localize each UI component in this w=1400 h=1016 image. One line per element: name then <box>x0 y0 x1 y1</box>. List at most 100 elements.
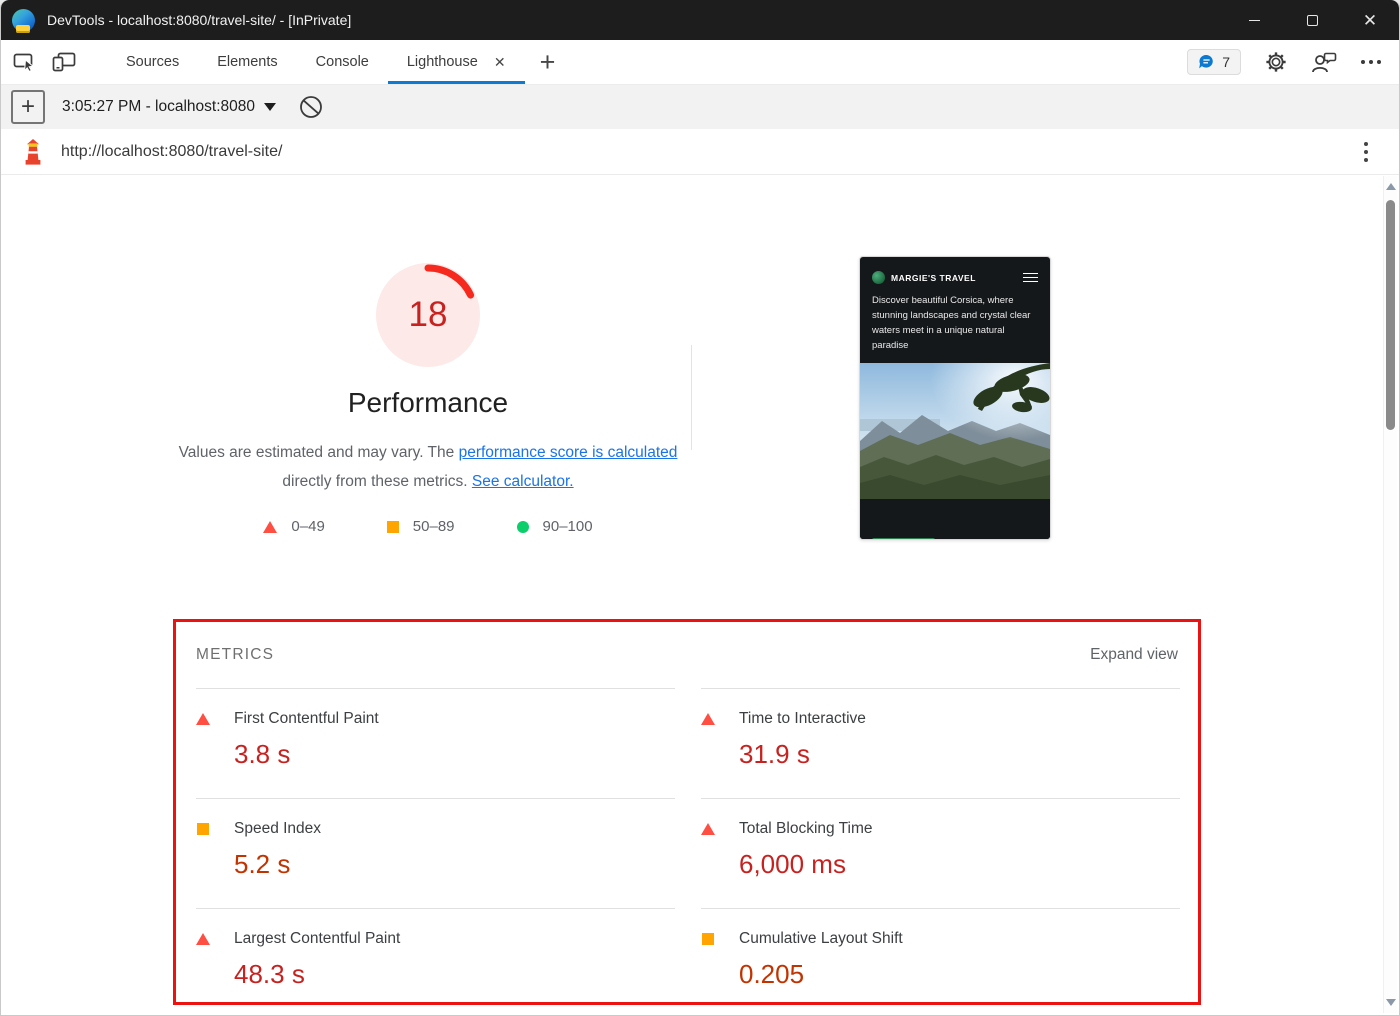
tab-close-icon[interactable]: ✕ <box>494 54 506 71</box>
maximize-button[interactable] <box>1283 0 1341 40</box>
metric-label: First Contentful Paint <box>234 710 379 728</box>
maximize-icon <box>1307 15 1318 26</box>
minimize-icon <box>1249 20 1260 21</box>
score-value: 18 <box>376 263 480 367</box>
metric-label: Largest Contentful Paint <box>234 930 400 948</box>
score-description: Values are estimated and may vary. The p… <box>178 438 678 496</box>
close-button[interactable]: ✕ <box>1341 0 1399 40</box>
metric-value: 3.8 s <box>234 739 675 770</box>
lighthouse-report: 18 Performance Values are estimated and … <box>1 176 1383 1015</box>
metrics-grid: First Contentful Paint 3.8 s Time to Int… <box>196 688 1180 1016</box>
tab-elements[interactable]: Elements <box>198 40 296 84</box>
metrics-section-highlighted: METRICS Expand view First Contentful Pai… <box>173 619 1201 1005</box>
legend-average: 50–89 <box>387 518 455 535</box>
pass-circle-icon <box>517 521 529 533</box>
metric-time-to-interactive[interactable]: Time to Interactive 31.9 s <box>701 688 1180 798</box>
site-tagline: Discover beautiful Corsica, where stunni… <box>860 284 1050 363</box>
metric-label: Time to Interactive <box>739 710 866 728</box>
metric-value: 5.2 s <box>234 849 675 880</box>
destinations-badge: Destinations <box>872 538 935 540</box>
fail-triangle-icon <box>263 521 277 533</box>
device-toolbar-button[interactable] <box>49 47 79 77</box>
issues-chat-icon <box>1198 54 1215 70</box>
legend-pass: 90–100 <box>517 518 593 535</box>
device-toolbar-icon <box>52 52 76 72</box>
see-calculator-link[interactable]: See calculator. <box>472 473 574 490</box>
clear-reports-button[interactable] <box>298 94 324 120</box>
more-tabs-button[interactable]: + <box>531 40 565 84</box>
metric-first-contentful-paint[interactable]: First Contentful Paint 3.8 s <box>196 688 675 798</box>
tab-console[interactable]: Console <box>297 40 388 84</box>
titlebar: DevTools - localhost:8080/travel-site/ -… <box>1 0 1399 40</box>
metric-rating-icon <box>196 713 210 725</box>
tab-sources[interactable]: Sources <box>107 40 198 84</box>
lighthouse-icon <box>23 139 43 165</box>
description-text: directly from these metrics. <box>282 473 472 490</box>
expand-view-button[interactable]: Expand view <box>1090 646 1178 664</box>
metric-total-blocking-time[interactable]: Total Blocking Time 6,000 ms <box>701 798 1180 908</box>
inprivate-badge-icon <box>16 25 30 33</box>
landscape-photo <box>860 363 1050 499</box>
hamburger-menu-icon <box>1023 273 1038 282</box>
metric-rating-icon <box>701 713 715 725</box>
devtools-tabbar: Sources Elements Console Lighthouse ✕ + … <box>1 40 1399 85</box>
chevron-down-icon <box>264 103 276 111</box>
metric-rating-icon <box>197 823 209 835</box>
metric-value: 6,000 ms <box>739 849 1180 880</box>
report-url: http://localhost:8080/travel-site/ <box>61 143 282 161</box>
inspect-cursor-icon <box>13 52 37 72</box>
tab-label: Sources <box>126 54 179 70</box>
category-title: Performance <box>178 387 678 419</box>
metric-rating-icon <box>196 933 210 945</box>
window-title: DevTools - localhost:8080/travel-site/ -… <box>47 12 351 28</box>
metric-rating-icon <box>702 933 714 945</box>
description-text: Values are estimated and may vary. The <box>179 444 459 461</box>
inspect-element-button[interactable] <box>10 47 40 77</box>
metric-label: Total Blocking Time <box>739 820 873 838</box>
metric-label: Speed Index <box>234 820 321 838</box>
scrollbar-thumb[interactable] <box>1386 200 1395 430</box>
plus-icon: + <box>21 93 35 121</box>
section-divider <box>691 345 692 450</box>
new-audit-button[interactable]: + <box>11 90 45 124</box>
edge-inprivate-icon <box>12 9 35 32</box>
performance-score-gauge[interactable]: 18 <box>376 263 480 367</box>
settings-button[interactable] <box>1265 51 1287 73</box>
feedback-person-icon <box>1311 51 1337 73</box>
tab-lighthouse[interactable]: Lighthouse ✕ <box>388 40 525 84</box>
tab-label: Console <box>316 54 369 70</box>
minimize-button[interactable] <box>1225 0 1283 40</box>
scroll-down-icon[interactable] <box>1386 999 1396 1006</box>
report-selector-label: 3:05:27 PM - localhost:8080 <box>62 98 255 116</box>
thumbnail-site-footer: Destinations Our best destination guides… <box>860 499 1050 540</box>
vertical-scrollbar[interactable] <box>1383 176 1397 1013</box>
metric-speed-index[interactable]: Speed Index 5.2 s <box>196 798 675 908</box>
gear-icon <box>1265 51 1287 73</box>
metric-label: Cumulative Layout Shift <box>739 930 903 948</box>
legend-fail: 0–49 <box>263 518 324 535</box>
report-options-button[interactable] <box>1364 142 1368 162</box>
metrics-heading: METRICS <box>196 646 274 664</box>
tab-label: Lighthouse <box>407 54 478 70</box>
final-screenshot-thumbnail: MARGIE'S TRAVEL Discover beautiful Corsi… <box>859 256 1051 540</box>
score-legend: 0–49 50–89 90–100 <box>158 518 698 535</box>
issues-counter-button[interactable]: 7 <box>1187 49 1241 75</box>
score-calculated-link[interactable]: performance score is calculated <box>459 444 678 461</box>
legend-range: 0–49 <box>291 518 324 535</box>
scroll-up-icon[interactable] <box>1386 183 1396 190</box>
metric-largest-contentful-paint[interactable]: Largest Contentful Paint 48.3 s <box>196 908 675 1016</box>
metric-value: 31.9 s <box>739 739 1180 770</box>
report-selector-dropdown[interactable]: 3:05:27 PM - localhost:8080 <box>62 98 276 116</box>
close-icon: ✕ <box>1363 12 1377 29</box>
feedback-button[interactable] <box>1311 51 1337 73</box>
block-icon <box>298 94 324 120</box>
metric-value: 0.205 <box>739 959 1180 990</box>
tab-label: Elements <box>217 54 277 70</box>
report-url-row: http://localhost:8080/travel-site/ <box>1 129 1399 175</box>
metric-cumulative-layout-shift[interactable]: Cumulative Layout Shift 0.205 <box>701 908 1180 1016</box>
plus-icon: + <box>540 47 556 78</box>
devtools-tabs: Sources Elements Console Lighthouse ✕ + <box>107 40 565 84</box>
metric-rating-icon <box>701 823 715 835</box>
legend-range: 50–89 <box>413 518 455 535</box>
more-options-button[interactable] <box>1361 60 1381 64</box>
